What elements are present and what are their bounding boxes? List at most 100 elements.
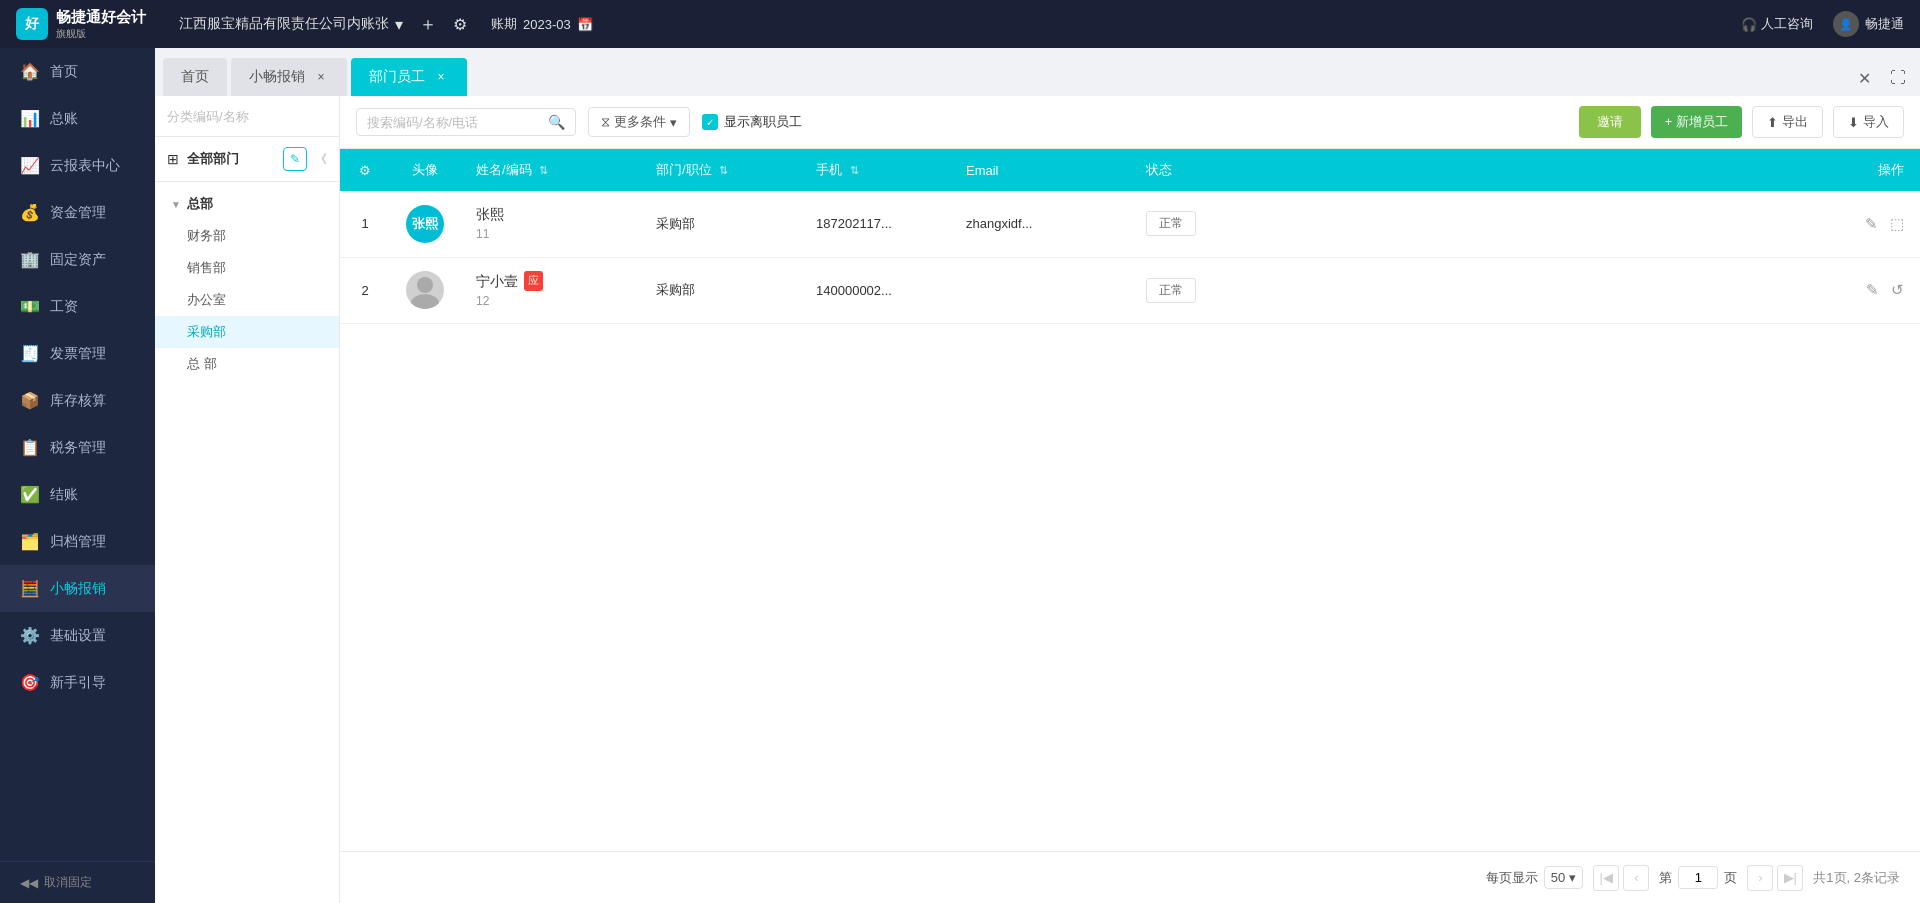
page-number-input[interactable] bbox=[1678, 866, 1718, 889]
table-header: ⚙ 头像 姓名/编码 ⇅ 部门/职位 ⇅ 手机 ⇅ bbox=[340, 149, 1920, 191]
expand-tab-btn[interactable]: ⛶ bbox=[1884, 64, 1912, 92]
cell-name: 宁小壹 应 12 bbox=[460, 257, 640, 324]
dept-search-input[interactable] bbox=[167, 109, 335, 124]
tab-home-label: 首页 bbox=[181, 68, 209, 86]
sidebar-item-inventory[interactable]: 📦 库存核算 bbox=[0, 377, 155, 424]
settings-icon[interactable]: ⚙ bbox=[453, 15, 467, 34]
user-avatar: 👤 bbox=[1833, 11, 1859, 37]
prev-page-btn[interactable]: ‹ bbox=[1623, 865, 1649, 891]
dept-header-title: 全部部门 bbox=[187, 150, 275, 168]
guide-icon: 🎯 bbox=[20, 673, 40, 692]
sidebar-item-fund[interactable]: 💰 资金管理 bbox=[0, 189, 155, 236]
avatar bbox=[406, 271, 444, 309]
tab-expense-close[interactable]: × bbox=[313, 69, 329, 85]
per-page-select[interactable]: 50 ▾ bbox=[1544, 866, 1583, 889]
employee-tag: 应 bbox=[524, 271, 543, 291]
tab-expense[interactable]: 小畅报销 × bbox=[231, 58, 347, 96]
per-page-area: 每页显示 50 ▾ bbox=[1486, 866, 1583, 889]
prev-icon: ‹ bbox=[1634, 870, 1638, 885]
edit-icon[interactable]: ✎ bbox=[1866, 281, 1879, 299]
dept-item-finance[interactable]: 财务部 bbox=[155, 220, 339, 252]
toolbar-right: 邀请 + 新增员工 ⬆ 导出 ⬇ 导入 bbox=[1579, 106, 1904, 138]
show-left-checkbox[interactable]: ✓ 显示离职员工 bbox=[702, 113, 802, 131]
filter-btn[interactable]: ⧖ 更多条件 ▾ bbox=[588, 107, 690, 137]
company-dropdown-icon[interactable]: ▾ bbox=[395, 15, 403, 34]
table-row: 1张熙 张熙 11 采购部187202117...zhangxidf...正常 … bbox=[340, 191, 1920, 257]
sidebar-label-ledger: 总账 bbox=[50, 110, 78, 128]
add-employee-btn[interactable]: + 新增员工 bbox=[1651, 106, 1742, 138]
import-icon: ⬇ bbox=[1848, 115, 1859, 130]
sidebar-item-assets[interactable]: 🏢 固定资产 bbox=[0, 236, 155, 283]
main-content: 🔍 ⧖ 更多条件 ▾ ✓ 显示离职员工 邀请 + 新增员工 bbox=[340, 96, 1920, 903]
cell-email bbox=[950, 257, 1130, 324]
search-box: 🔍 bbox=[356, 108, 576, 136]
search-input[interactable] bbox=[367, 115, 542, 130]
last-page-btn[interactable]: ▶| bbox=[1777, 865, 1803, 891]
table-body: 1张熙 张熙 11 采购部187202117...zhangxidf...正常 … bbox=[340, 191, 1920, 324]
export-btn[interactable]: ⬆ 导出 bbox=[1752, 106, 1823, 138]
sidebar-label-archive: 归档管理 bbox=[50, 533, 106, 551]
first-page-btn[interactable]: |◀ bbox=[1593, 865, 1619, 891]
tab-home[interactable]: 首页 bbox=[163, 58, 227, 96]
dept-item-office[interactable]: 办公室 bbox=[155, 284, 339, 316]
fund-icon: 💰 bbox=[20, 203, 40, 222]
dept-item-zongbu[interactable]: ▼ 总部 bbox=[155, 188, 339, 220]
search-icon[interactable]: 🔍 bbox=[548, 114, 565, 130]
sidebar-item-home[interactable]: 🏠 首页 bbox=[0, 48, 155, 95]
page-content: 🔍 ⊞ 全部部门 ✎ 《 ▼ 总部 财务部 bbox=[155, 96, 1920, 903]
svg-point-0 bbox=[417, 277, 433, 293]
sidebar-label-expense: 小畅报销 bbox=[50, 580, 106, 598]
sidebar-item-invoice[interactable]: 🧾 发票管理 bbox=[0, 330, 155, 377]
app-subtitle: 旗舰版 bbox=[56, 27, 146, 41]
cell-phone: 140000002... bbox=[800, 257, 950, 324]
next-icon: › bbox=[1758, 870, 1762, 885]
service-btn[interactable]: 🎧 人工咨询 bbox=[1741, 15, 1813, 33]
dept-edit-btn[interactable]: ✎ bbox=[283, 147, 307, 171]
next-page-btn[interactable]: › bbox=[1747, 865, 1773, 891]
cell-email: zhangxidf... bbox=[950, 191, 1130, 257]
employee-table: ⚙ 头像 姓名/编码 ⇅ 部门/职位 ⇅ 手机 ⇅ bbox=[340, 149, 1920, 324]
import-btn[interactable]: ⬇ 导入 bbox=[1833, 106, 1904, 138]
cancel-pin-btn[interactable]: ◀◀ 取消固定 bbox=[0, 861, 155, 903]
sidebar-item-basic[interactable]: ⚙️ 基础设置 bbox=[0, 612, 155, 659]
edit-icon[interactable]: ✎ bbox=[1865, 215, 1878, 233]
tab-dept-employee[interactable]: 部门员工 × bbox=[351, 58, 467, 96]
th-avatar: 头像 bbox=[390, 149, 460, 191]
sidebar-item-cloud-reports[interactable]: 📈 云报表中心 bbox=[0, 142, 155, 189]
th-dept[interactable]: 部门/职位 ⇅ bbox=[640, 149, 800, 191]
invite-btn[interactable]: 邀请 bbox=[1579, 106, 1641, 138]
logo-area: 好 畅捷通好会计 旗舰版 bbox=[16, 8, 171, 41]
sidebar-item-tax[interactable]: 📋 税务管理 bbox=[0, 424, 155, 471]
th-name[interactable]: 姓名/编码 ⇅ bbox=[460, 149, 640, 191]
dept-label-zongbu2: 总 部 bbox=[187, 355, 217, 373]
calendar-icon[interactable]: 📅 bbox=[577, 17, 593, 32]
per-page-label: 每页显示 bbox=[1486, 869, 1538, 887]
th-settings[interactable]: ⚙ bbox=[340, 149, 390, 191]
dept-item-sales[interactable]: 销售部 bbox=[155, 252, 339, 284]
sidebar-item-salary[interactable]: 💵 工资 bbox=[0, 283, 155, 330]
dept-collapse-btn[interactable]: 《 bbox=[315, 151, 327, 168]
refresh-icon[interactable]: ↺ bbox=[1891, 281, 1904, 299]
tab-dept-close[interactable]: × bbox=[433, 69, 449, 85]
home-icon: 🏠 bbox=[20, 62, 40, 81]
svg-point-1 bbox=[411, 294, 439, 309]
cell-avatar bbox=[390, 257, 460, 324]
sidebar-item-general-ledger[interactable]: 📊 总账 bbox=[0, 95, 155, 142]
th-phone[interactable]: 手机 ⇅ bbox=[800, 149, 950, 191]
add-company-icon[interactable]: ＋ bbox=[419, 12, 437, 36]
cancel-pin-label: 取消固定 bbox=[44, 874, 92, 891]
logout-icon[interactable]: ⬚ bbox=[1890, 215, 1904, 233]
page-nav: |◀ ‹ bbox=[1593, 865, 1649, 891]
sidebar-item-archive[interactable]: 🗂️ 归档管理 bbox=[0, 518, 155, 565]
user-area[interactable]: 👤 畅捷通 bbox=[1833, 11, 1904, 37]
sidebar-item-settlement[interactable]: ✅ 结账 bbox=[0, 471, 155, 518]
close-tab-btn[interactable]: ✕ bbox=[1850, 64, 1878, 92]
cell-status: 正常 bbox=[1130, 257, 1250, 324]
dept-item-zongbu2[interactable]: 总 部 bbox=[155, 348, 339, 380]
sidebar-item-guide[interactable]: 🎯 新手引导 bbox=[0, 659, 155, 706]
employee-name: 张熙 bbox=[476, 203, 504, 225]
dept-item-purchase[interactable]: 采购部 bbox=[155, 316, 339, 348]
content-area: 首页 小畅报销 × 部门员工 × ✕ ⛶ 🔍 bbox=[155, 48, 1920, 903]
sidebar-item-expense[interactable]: 🧮 小畅报销 bbox=[0, 565, 155, 612]
dept-search-area: 🔍 bbox=[155, 96, 339, 137]
